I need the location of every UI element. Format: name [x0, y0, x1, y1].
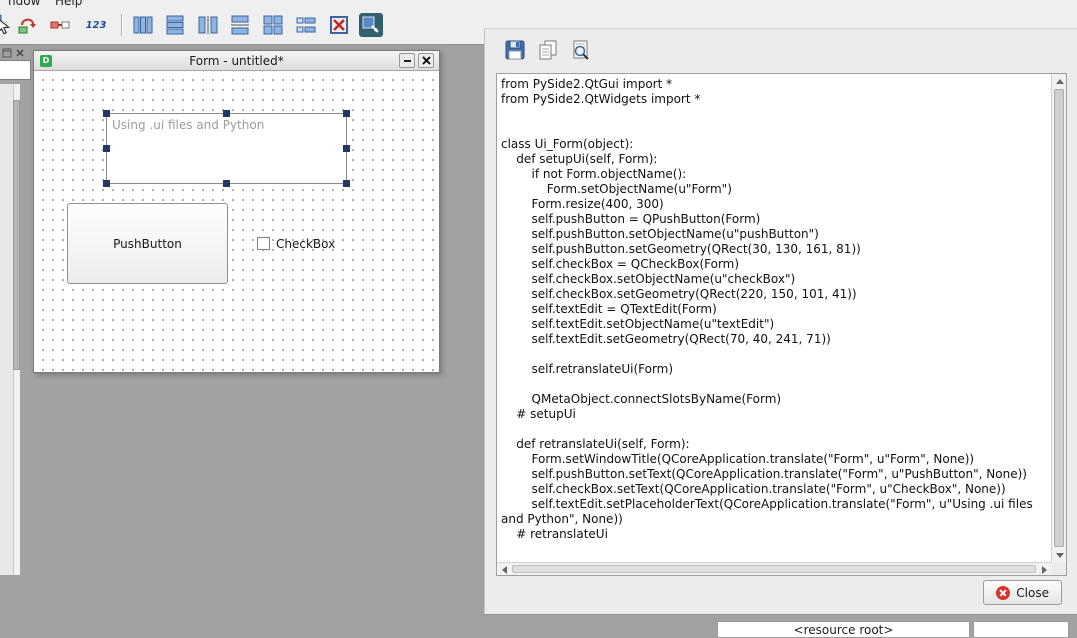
- selection-handle[interactable]: [223, 180, 230, 187]
- tab-order-label: 123: [86, 20, 107, 31]
- edit-tab-order-icon[interactable]: 123: [84, 13, 108, 37]
- layout-splitter-vertical-icon[interactable]: [228, 13, 252, 37]
- form-subwindow: D Form - untitled* Using .ui files and P…: [33, 50, 440, 373]
- save-icon[interactable]: [503, 38, 527, 62]
- resource-panel-fragment: [973, 621, 1069, 638]
- checkbox-widget[interactable]: CheckBox: [257, 223, 358, 264]
- edit-signals-slots-icon[interactable]: [16, 13, 40, 37]
- form-window-title: Form - untitled*: [34, 54, 439, 68]
- layout-vertical-icon[interactable]: [163, 13, 187, 37]
- close-icon: [996, 586, 1010, 600]
- code-preview-dialog: from PySide2.QtGui import * from PySide2…: [484, 28, 1077, 615]
- adjust-size-icon[interactable]: [359, 13, 383, 37]
- pushbutton-label: PushButton: [113, 237, 182, 251]
- selection-handle[interactable]: [343, 145, 350, 152]
- menubar: ndow Help: [0, 0, 1077, 9]
- close-button[interactable]: [418, 53, 434, 68]
- selection-handle[interactable]: [103, 180, 110, 187]
- toolbar-separator: [121, 14, 122, 36]
- find-icon[interactable]: [569, 38, 593, 62]
- edit-widgets-icon[interactable]: [0, 13, 13, 37]
- widgetbox-scrollbar-thumb[interactable]: [13, 100, 20, 370]
- checkbox-label: CheckBox: [276, 237, 335, 251]
- code-horizontal-scrollbar[interactable]: [497, 562, 1051, 575]
- copy-icon[interactable]: [536, 38, 560, 62]
- layout-splitter-horizontal-icon[interactable]: [196, 13, 220, 37]
- scrollbar-right-icon[interactable]: [1037, 563, 1051, 576]
- minimize-icon: [404, 60, 411, 62]
- edit-buddies-icon[interactable]: [48, 13, 72, 37]
- form-titlebar[interactable]: D Form - untitled*: [34, 51, 439, 71]
- selection-handle[interactable]: [103, 110, 110, 117]
- break-layout-icon[interactable]: [327, 13, 351, 37]
- scrollbar-left-icon[interactable]: [497, 563, 511, 576]
- resource-root-item[interactable]: <resource root>: [717, 621, 970, 638]
- code-dialog-toolbar: [503, 38, 593, 64]
- main-toolbar: 123: [0, 12, 430, 40]
- qt-designer-window: ndow Help 123: [0, 0, 1077, 638]
- checkbox-indicator-icon[interactable]: [257, 237, 270, 250]
- resource-root-label: <resource root>: [794, 623, 894, 637]
- selection-handle[interactable]: [223, 110, 230, 117]
- dock-close-icon[interactable]: [14, 47, 26, 59]
- widgetbox-filter-input[interactable]: [0, 60, 31, 80]
- textedit-widget[interactable]: Using .ui files and Python: [106, 113, 347, 184]
- code-viewer: from PySide2.QtGui import * from PySide2…: [496, 73, 1067, 576]
- form-canvas[interactable]: Using .ui files and Python PushButton Ch…: [34, 71, 439, 372]
- menu-help[interactable]: Help: [55, 0, 82, 8]
- horizontal-scrollbar-thumb[interactable]: [512, 565, 1036, 573]
- scrollbar-corner: [1051, 562, 1066, 575]
- textedit-placeholder: Using .ui files and Python: [112, 118, 264, 132]
- menu-window[interactable]: ndow: [8, 0, 40, 8]
- scrollbar-down-icon[interactable]: [1052, 548, 1067, 562]
- code-vertical-scrollbar[interactable]: [1051, 74, 1066, 562]
- widgetbox-panel-edge: [0, 84, 20, 575]
- close-button-label: Close: [1016, 586, 1049, 600]
- vertical-scrollbar-thumb[interactable]: [1054, 89, 1064, 547]
- code-text: from PySide2.QtGui import * from PySide2…: [501, 77, 1048, 560]
- selection-handle[interactable]: [343, 180, 350, 187]
- dialog-close-button[interactable]: Close: [983, 580, 1062, 605]
- pushbutton-widget[interactable]: PushButton: [67, 203, 228, 284]
- layout-horizontal-icon[interactable]: [131, 13, 155, 37]
- selection-handle[interactable]: [103, 145, 110, 152]
- minimize-button[interactable]: [399, 53, 415, 68]
- scrollbar-up-icon[interactable]: [1052, 74, 1067, 88]
- layout-form-icon[interactable]: [294, 13, 318, 37]
- close-icon: [422, 56, 431, 65]
- selection-handle[interactable]: [343, 110, 350, 117]
- dock-float-icon[interactable]: [1, 47, 13, 59]
- layout-grid-icon[interactable]: [261, 13, 285, 37]
